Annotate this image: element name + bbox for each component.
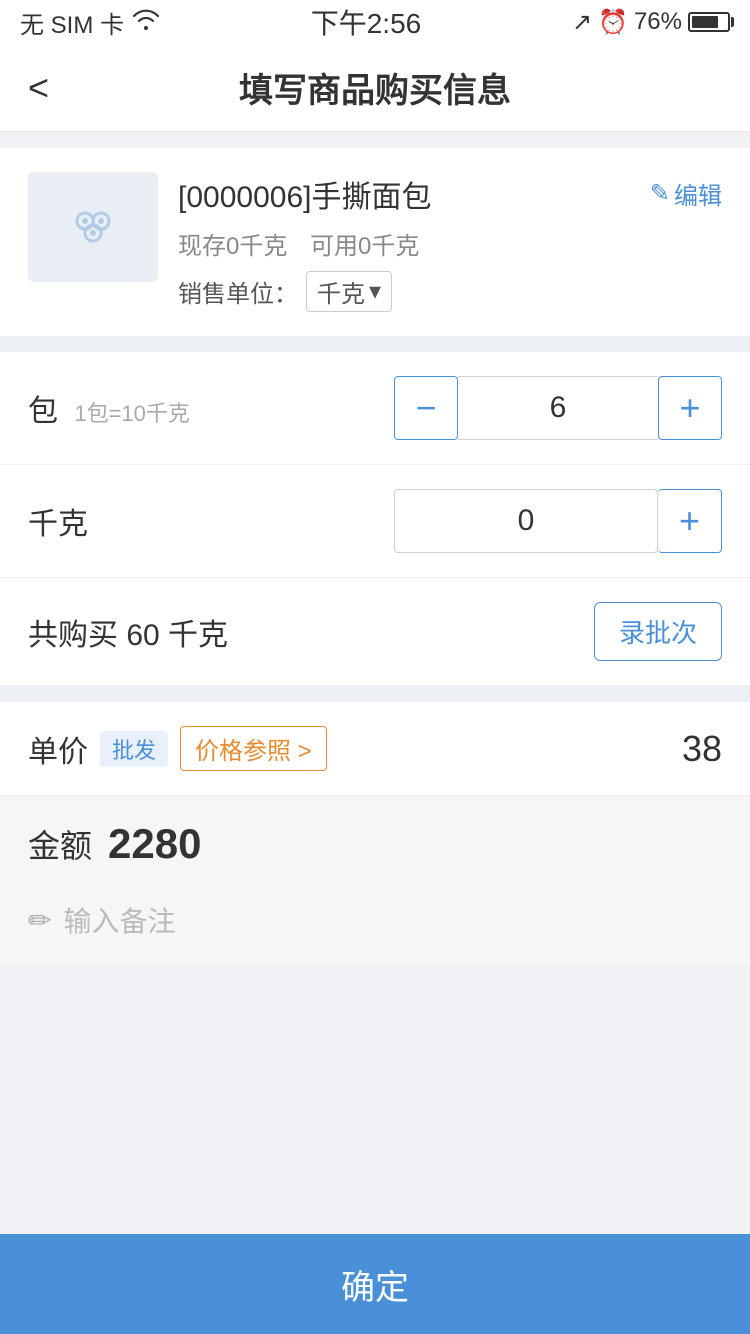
kg-quantity-control: +	[394, 489, 722, 553]
status-bar: 无 SIM 卡 下午2:56 ↗ ⏰ 76%	[0, 0, 750, 44]
price-label: 单价	[28, 727, 88, 771]
amount-label: 金额	[28, 821, 92, 867]
price-tag: 批发	[100, 731, 168, 767]
nav-bar: < 填写商品购买信息	[0, 44, 750, 132]
amount-value: 2280	[108, 820, 201, 868]
product-thumbnail	[28, 172, 158, 282]
price-reference-button[interactable]: 价格参照 >	[180, 726, 327, 771]
product-code-name: [0000006]手撕面包	[178, 172, 722, 216]
section-divider-1	[0, 336, 750, 352]
available-label: 可用0千克	[310, 233, 419, 260]
back-button[interactable]: <	[28, 67, 49, 109]
summary-text: 共购买 60 千克	[28, 610, 594, 654]
kg-label: 千克	[28, 499, 394, 543]
amount-row: 金额 2280	[28, 820, 722, 884]
carrier-label: 无 SIM 卡	[20, 5, 124, 40]
confirm-button[interactable]: 确定	[0, 1234, 750, 1334]
edit-button[interactable]: ✎ 编辑	[650, 176, 722, 211]
bag-increment-button[interactable]: +	[658, 376, 722, 440]
note-row[interactable]: ✏ 输入备注	[28, 884, 722, 964]
product-stock: 现存0千克 可用0千克	[178, 226, 722, 261]
status-right: ↗ ⏰ 76%	[572, 8, 730, 37]
battery-percent: 76%	[634, 8, 682, 36]
edit-icon: ✎	[650, 179, 670, 208]
product-info: [0000006]手撕面包 现存0千克 可用0千克 销售单位： 千克 ▾	[178, 172, 722, 312]
stock-label: 现存0千克	[178, 233, 287, 260]
summary-row: 共购买 60 千克 录批次	[0, 578, 750, 686]
dropdown-icon: ▾	[369, 277, 381, 306]
bag-sublabel: 1包=10千克	[74, 401, 190, 426]
kg-quantity-input[interactable]	[394, 489, 658, 553]
product-logo-icon	[63, 197, 123, 257]
note-icon: ✏	[28, 904, 51, 937]
price-value: 38	[682, 728, 722, 770]
battery-icon	[688, 12, 730, 32]
bag-decrement-button[interactable]: −	[394, 376, 458, 440]
status-left: 无 SIM 卡	[20, 5, 160, 40]
status-time: 下午2:56	[311, 2, 422, 42]
page-title: 填写商品购买信息	[239, 63, 511, 112]
kg-input-row: 千克 +	[0, 465, 750, 578]
section-divider-2	[0, 686, 750, 702]
note-placeholder: 输入备注	[63, 900, 175, 940]
location-icon: ↗	[572, 8, 592, 37]
bag-input-row: 包 1包=10千克 − +	[0, 352, 750, 465]
alarm-icon: ⏰	[598, 8, 628, 37]
price-section: 单价 批发 价格参照 > 38	[0, 702, 750, 796]
batch-button[interactable]: 录批次	[594, 602, 722, 661]
bag-quantity-input[interactable]	[458, 376, 658, 440]
amount-section: 金额 2280 ✏ 输入备注	[0, 796, 750, 964]
bag-quantity-control: − +	[394, 376, 722, 440]
bag-label: 包 1包=10千克	[28, 386, 394, 430]
product-section: [0000006]手撕面包 现存0千克 可用0千克 销售单位： 千克 ▾	[0, 148, 750, 336]
unit-label: 销售单位：	[178, 274, 298, 309]
input-section: 包 1包=10千克 − + 千克 +	[0, 352, 750, 578]
wifi-icon	[132, 8, 160, 37]
kg-increment-button[interactable]: +	[658, 489, 722, 553]
product-unit-row: 销售单位： 千克 ▾	[178, 271, 722, 312]
unit-selector[interactable]: 千克 ▾	[306, 271, 392, 312]
